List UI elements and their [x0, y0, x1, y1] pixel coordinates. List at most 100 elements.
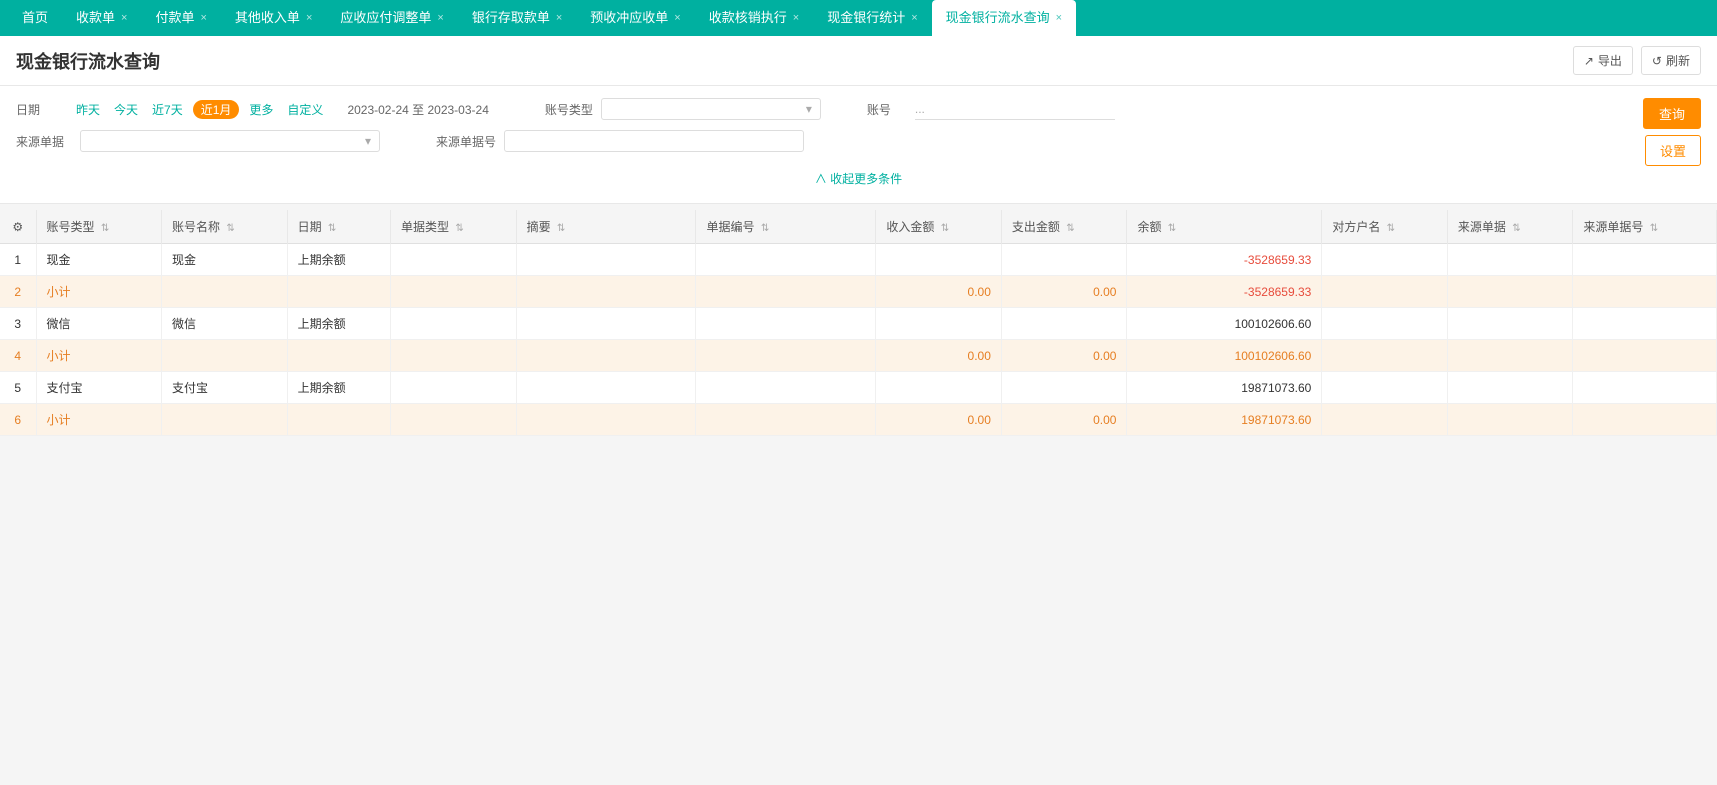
- nav-adjust[interactable]: 应收应付调整单 ×: [326, 0, 457, 36]
- nav-cashflow-close[interactable]: ×: [1056, 0, 1062, 36]
- table-row: 6小计0.000.0019871073.60: [0, 404, 1717, 436]
- nav-cashflow[interactable]: 现金银行流水查询 ×: [932, 0, 1076, 36]
- col-account-type-header[interactable]: 账号类型 ⇅: [36, 210, 162, 244]
- account-type-select[interactable]: ▾: [601, 98, 821, 120]
- row-source-doc-no: [1573, 404, 1717, 436]
- table-row: 5支付宝支付宝上期余额19871073.60: [0, 372, 1717, 404]
- row-doc-no: [696, 276, 876, 308]
- collapse-icon: ∧: [815, 172, 827, 186]
- row-expense: [1001, 372, 1127, 404]
- row-account-type: 小计: [36, 404, 162, 436]
- row-date: [287, 404, 390, 436]
- col-balance-header[interactable]: 余额 ⇅: [1127, 210, 1322, 244]
- nav-receipt-label: 收款单: [76, 0, 115, 36]
- shortcut-7days[interactable]: 近7天: [148, 100, 187, 119]
- top-nav: 首页 收款单 × 付款单 × 其他收入单 × 应收应付调整单 × 银行存取款单 …: [0, 0, 1717, 36]
- row-account-type: 现金: [36, 244, 162, 276]
- row-counterpart: [1322, 244, 1448, 276]
- row-source-doc-no: [1573, 244, 1717, 276]
- row-source-doc: [1447, 276, 1573, 308]
- collapse-label: 收起更多条件: [830, 172, 902, 186]
- date-range: 2023-02-24 至 2023-03-24: [347, 101, 488, 118]
- row-date: [287, 340, 390, 372]
- row-summary: [516, 340, 696, 372]
- nav-prepay[interactable]: 预收冲应收单 ×: [576, 0, 694, 36]
- account-input[interactable]: ...: [915, 99, 1115, 120]
- row-num: 5: [0, 372, 36, 404]
- row-counterpart: [1322, 308, 1448, 340]
- settings-button[interactable]: 设置: [1645, 135, 1701, 166]
- header-actions: ↗ 导出 ↺ 刷新: [1573, 46, 1701, 75]
- nav-other-income-close[interactable]: ×: [306, 0, 312, 36]
- row-balance: 100102606.60: [1127, 308, 1322, 340]
- row-account-name: 现金: [162, 244, 288, 276]
- col-summary-header[interactable]: 摘要 ⇅: [516, 210, 696, 244]
- col-counterpart-header[interactable]: 对方户名 ⇅: [1322, 210, 1448, 244]
- row-counterpart: [1322, 276, 1448, 308]
- row-balance: -3528659.33: [1127, 244, 1322, 276]
- col-expense-header[interactable]: 支出金额 ⇅: [1001, 210, 1127, 244]
- source-doc-no-input[interactable]: [504, 130, 804, 152]
- shortcut-custom[interactable]: 自定义: [283, 100, 327, 119]
- col-source-doc-header[interactable]: 来源单据 ⇅: [1447, 210, 1573, 244]
- nav-home[interactable]: 首页: [8, 0, 62, 36]
- row-expense: 0.00: [1001, 404, 1127, 436]
- filter-row-date: 日期 昨天 今天 近7天 近1月 更多 自定义 2023-02-24 至 202…: [16, 98, 1643, 120]
- nav-bank-deposit[interactable]: 银行存取款单 ×: [458, 0, 576, 36]
- row-income: 0.00: [876, 404, 1002, 436]
- nav-adjust-close[interactable]: ×: [437, 0, 443, 36]
- date-shortcuts: 昨天 今天 近7天 近1月 更多 自定义: [72, 100, 327, 119]
- col-account-name-header[interactable]: 账号名称 ⇅: [162, 210, 288, 244]
- nav-stats[interactable]: 现金银行统计 ×: [813, 0, 931, 36]
- col-source-doc-no-header[interactable]: 来源单据号 ⇅: [1573, 210, 1717, 244]
- refresh-button[interactable]: ↺ 刷新: [1641, 46, 1701, 75]
- query-button[interactable]: 查询: [1643, 98, 1701, 129]
- col-doc-no-header[interactable]: 单据编号 ⇅: [696, 210, 876, 244]
- shortcut-more[interactable]: 更多: [245, 100, 277, 119]
- nav-other-income[interactable]: 其他收入单 ×: [221, 0, 326, 36]
- nav-writeoff[interactable]: 收款核销执行 ×: [695, 0, 813, 36]
- shortcut-1month[interactable]: 近1月: [193, 100, 240, 119]
- nav-other-income-label: 其他收入单: [235, 0, 300, 36]
- table-row: 3微信微信上期余额100102606.60: [0, 308, 1717, 340]
- table-container: ⚙ 账号类型 ⇅ 账号名称 ⇅ 日期 ⇅ 单据类型 ⇅ 摘要 ⇅ 单据编号 ⇅ …: [0, 210, 1717, 436]
- nav-stats-close[interactable]: ×: [911, 0, 917, 36]
- nav-payment-close[interactable]: ×: [200, 0, 206, 36]
- row-counterpart: [1322, 340, 1448, 372]
- row-doc-no: [696, 308, 876, 340]
- nav-bank-deposit-close[interactable]: ×: [556, 0, 562, 36]
- nav-receipt-close[interactable]: ×: [121, 0, 127, 36]
- account-label: 账号: [867, 101, 907, 118]
- col-date-header[interactable]: 日期 ⇅: [287, 210, 390, 244]
- row-summary: [516, 244, 696, 276]
- row-account-type: 支付宝: [36, 372, 162, 404]
- col-doc-type-header[interactable]: 单据类型 ⇅: [391, 210, 517, 244]
- export-label: 导出: [1598, 52, 1622, 69]
- nav-receipt[interactable]: 收款单 ×: [62, 0, 141, 36]
- row-income: [876, 308, 1002, 340]
- row-source-doc-no: [1573, 276, 1717, 308]
- nav-payment[interactable]: 付款单 ×: [141, 0, 220, 36]
- col-income-header[interactable]: 收入金额 ⇅: [876, 210, 1002, 244]
- row-num: 1: [0, 244, 36, 276]
- shortcut-today[interactable]: 今天: [110, 100, 142, 119]
- nav-writeoff-close[interactable]: ×: [793, 0, 799, 36]
- right-buttons: 查询 设置: [1643, 98, 1701, 166]
- row-doc-no: [696, 372, 876, 404]
- collapse-bar[interactable]: ∧ 收起更多条件: [16, 166, 1701, 191]
- row-source-doc: [1447, 372, 1573, 404]
- row-summary: [516, 276, 696, 308]
- row-doc-type: [391, 340, 517, 372]
- row-account-type: 小计: [36, 276, 162, 308]
- row-account-name: [162, 404, 288, 436]
- row-doc-type: [391, 276, 517, 308]
- export-button[interactable]: ↗ 导出: [1573, 46, 1633, 75]
- nav-prepay-close[interactable]: ×: [674, 0, 680, 36]
- shortcut-yesterday[interactable]: 昨天: [72, 100, 104, 119]
- row-summary: [516, 404, 696, 436]
- row-expense: [1001, 308, 1127, 340]
- page-title: 现金银行流水查询: [16, 48, 160, 74]
- filter-area: 日期 昨天 今天 近7天 近1月 更多 自定义 2023-02-24 至 202…: [0, 86, 1717, 204]
- col-settings[interactable]: ⚙: [0, 210, 36, 244]
- source-doc-select[interactable]: ▾: [80, 130, 380, 152]
